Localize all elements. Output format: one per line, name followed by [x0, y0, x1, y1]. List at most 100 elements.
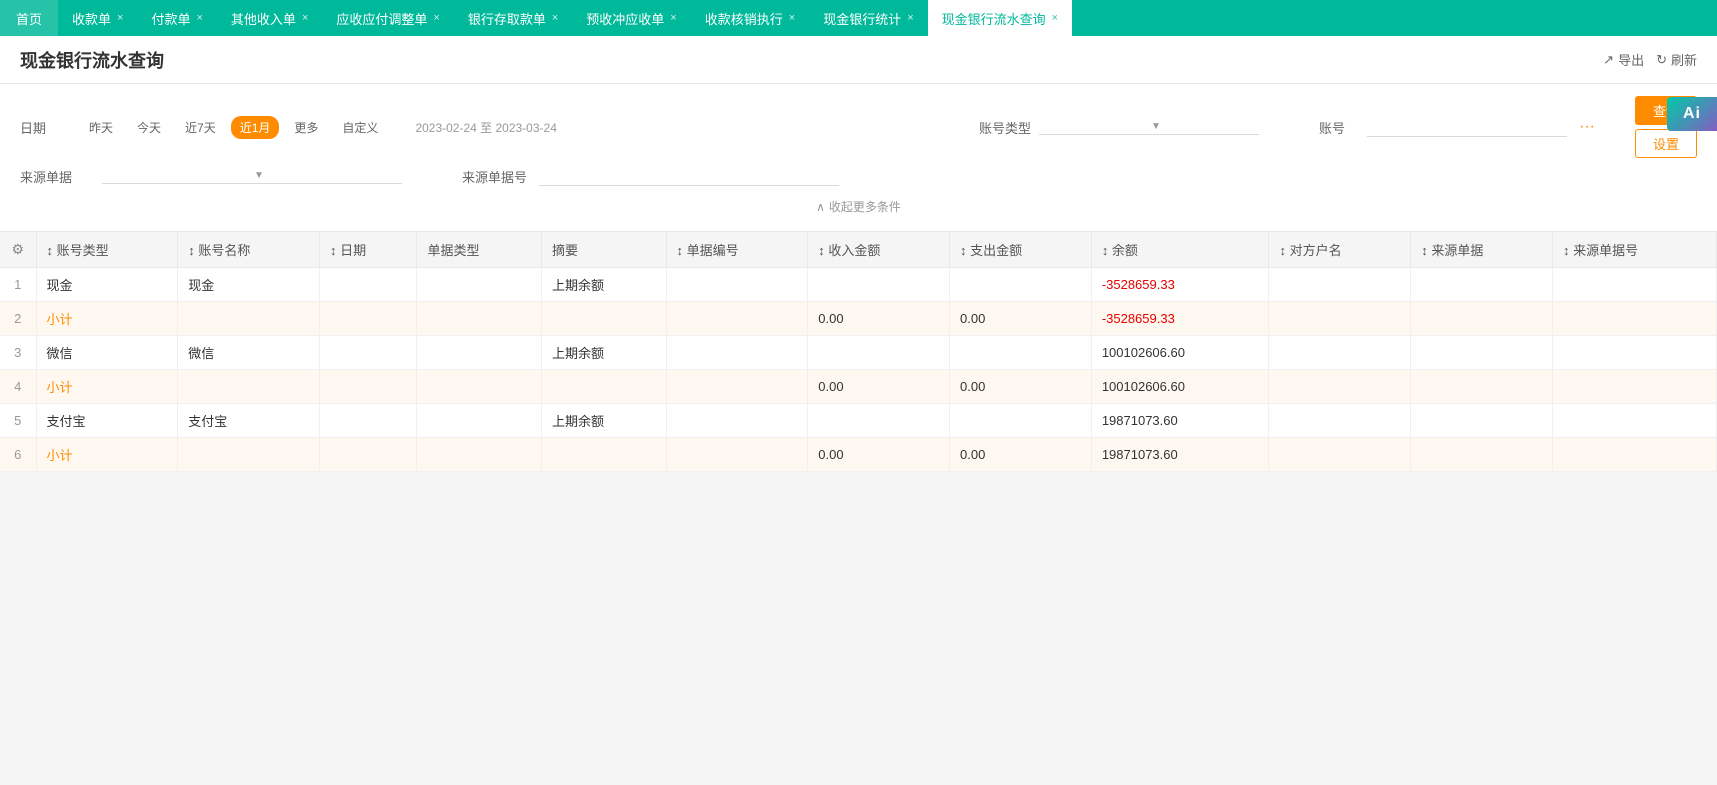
- row-source-doc-no: [1552, 404, 1716, 438]
- collapse-bar[interactable]: ∧ 收起更多条件: [20, 194, 1697, 219]
- row-account-name: [178, 302, 320, 336]
- row-num: 6: [0, 438, 36, 472]
- row-num: 1: [0, 268, 36, 302]
- date-btn-today[interactable]: 今天: [128, 116, 170, 139]
- top-navigation: 首页 收款单 × 付款单 × 其他收入单 × 应收应付调整单 × 银行存取款单 …: [0, 0, 1717, 36]
- source-doc-no-input[interactable]: [543, 168, 835, 183]
- col-doc-no-label: ↕ 单据编号: [677, 243, 739, 258]
- col-expense-label: ↕ 支出金额: [960, 243, 1022, 258]
- table-row: 6 小计 0.00 0.00 19871073.60: [0, 438, 1717, 472]
- col-balance: ↕ 余额: [1091, 232, 1269, 268]
- row-source-doc: [1411, 336, 1553, 370]
- date-btn-more[interactable]: 更多: [285, 116, 327, 139]
- row-counterpart: [1269, 268, 1411, 302]
- date-label: 日期: [20, 118, 60, 137]
- nav-payment[interactable]: 付款单 ×: [137, 0, 216, 36]
- page-header: 现金银行流水查询 ↗ 导出 ↻ 刷新: [0, 36, 1717, 84]
- nav-bank-deposit[interactable]: 银行存取款单 ×: [454, 0, 572, 36]
- ai-label: Ai: [1683, 105, 1701, 122]
- nav-close-payment[interactable]: ×: [196, 12, 202, 24]
- date-btn-7days[interactable]: 近7天: [176, 116, 225, 139]
- nav-prepay-offset[interactable]: 预收冲应收单 ×: [572, 0, 690, 36]
- col-summary: 摘要: [541, 232, 666, 268]
- row-doc-type: [417, 336, 542, 370]
- col-settings: ⚙: [0, 232, 36, 268]
- account-input-wrap: [1367, 117, 1567, 137]
- row-num: 2: [0, 302, 36, 336]
- col-doc-no: ↕ 单据编号: [666, 232, 808, 268]
- nav-ar-ap-adjust[interactable]: 应收应付调整单 ×: [322, 0, 453, 36]
- nav-close-verify[interactable]: ×: [789, 12, 795, 24]
- nav-close-bank-deposit[interactable]: ×: [552, 12, 558, 24]
- date-btn-1month[interactable]: 近1月: [231, 116, 280, 139]
- row-num: 5: [0, 404, 36, 438]
- date-btn-yesterday[interactable]: 昨天: [80, 116, 122, 139]
- table-wrap: ⚙ ↕ 账号类型 ↕ 账号名称 ↕ 日期 单据类型 摘要 ↕ 单: [0, 232, 1717, 472]
- col-source-doc: ↕ 来源单据: [1411, 232, 1553, 268]
- col-income: ↕ 收入金额: [808, 232, 950, 268]
- row-balance: 100102606.60: [1091, 336, 1269, 370]
- row-account-name: [178, 438, 320, 472]
- filter-area: 日期 昨天 今天 近7天 近1月 更多 自定义 2023-02-24 至 202…: [0, 84, 1717, 232]
- row-source-doc: [1411, 370, 1553, 404]
- row-counterpart: [1269, 370, 1411, 404]
- col-doc-type-label: 单据类型: [427, 243, 479, 258]
- col-date-label: ↕ 日期: [330, 243, 366, 258]
- row-expense: 0.00: [950, 370, 1092, 404]
- table-settings-icon[interactable]: ⚙: [11, 241, 24, 257]
- col-source-doc-no: ↕ 来源单据号: [1552, 232, 1716, 268]
- account-type-select[interactable]: ▼: [1039, 119, 1259, 135]
- nav-cash-bank-stat[interactable]: 现金银行统计 ×: [809, 0, 927, 36]
- nav-close-receipt[interactable]: ×: [117, 12, 123, 24]
- nav-close-flow[interactable]: ×: [1052, 12, 1058, 24]
- header-actions: ↗ 导出 ↻ 刷新: [1603, 50, 1697, 69]
- source-doc-no-label: 来源单据号: [462, 167, 527, 186]
- ai-badge[interactable]: Ai: [1667, 97, 1717, 131]
- row-summary: 上期余额: [541, 336, 666, 370]
- nav-other-income[interactable]: 其他收入单 ×: [217, 0, 322, 36]
- row-account-type: 小计: [36, 370, 178, 404]
- account-ellipsis-button[interactable]: ···: [1575, 118, 1599, 136]
- row-expense: 0.00: [950, 438, 1092, 472]
- row-balance: -3528659.33: [1091, 268, 1269, 302]
- filter-row-date: 日期 昨天 今天 近7天 近1月 更多 自定义 2023-02-24 至 202…: [20, 96, 1697, 158]
- nav-receipt[interactable]: 收款单 ×: [58, 0, 137, 36]
- col-counterpart-label: ↕ 对方户名: [1279, 243, 1341, 258]
- row-summary: 上期余额: [541, 268, 666, 302]
- nav-cash-bank-flow[interactable]: 现金银行流水查询 ×: [928, 0, 1072, 36]
- row-doc-no: [666, 268, 808, 302]
- collapse-label: 收起更多条件: [829, 198, 901, 215]
- row-account-type: 小计: [36, 302, 178, 336]
- account-type-arrow-icon: ▼: [1151, 121, 1255, 132]
- col-account-name-label: ↕ 账号名称: [188, 243, 250, 258]
- date-btn-custom[interactable]: 自定义: [333, 116, 387, 139]
- nav-close-stat[interactable]: ×: [907, 12, 913, 24]
- nav-home[interactable]: 首页: [0, 0, 58, 36]
- account-input[interactable]: [1371, 119, 1563, 134]
- row-source-doc: [1411, 268, 1553, 302]
- row-counterpart: [1269, 336, 1411, 370]
- row-doc-no: [666, 302, 808, 336]
- table-row: 1 现金 现金 上期余额 -3528659.33: [0, 268, 1717, 302]
- nav-close-prepay[interactable]: ×: [670, 12, 676, 24]
- collapse-icon: ∧: [816, 200, 825, 214]
- settings-button[interactable]: 设置: [1635, 129, 1697, 158]
- table-header-row: ⚙ ↕ 账号类型 ↕ 账号名称 ↕ 日期 单据类型 摘要 ↕ 单: [0, 232, 1717, 268]
- export-icon: ↗: [1603, 52, 1614, 68]
- export-button[interactable]: ↗ 导出: [1603, 50, 1644, 69]
- col-balance-label: ↕ 余额: [1102, 243, 1138, 258]
- col-account-type-label: ↕ 账号类型: [47, 243, 109, 258]
- nav-close-other-income[interactable]: ×: [302, 12, 308, 24]
- account-type-label: 账号类型: [979, 118, 1031, 137]
- row-income: 0.00: [808, 370, 950, 404]
- nav-close-ar-ap[interactable]: ×: [433, 12, 439, 24]
- row-source-doc: [1411, 438, 1553, 472]
- source-doc-select[interactable]: ▼: [102, 168, 402, 184]
- table-row: 2 小计 0.00 0.00 -3528659.33: [0, 302, 1717, 336]
- col-expense: ↕ 支出金额: [950, 232, 1092, 268]
- nav-receipt-verify[interactable]: 收款核销执行 ×: [691, 0, 809, 36]
- row-date: [320, 404, 417, 438]
- refresh-button[interactable]: ↻ 刷新: [1656, 50, 1697, 69]
- row-balance: 19871073.60: [1091, 404, 1269, 438]
- date-range-display: 2023-02-24 至 2023-03-24: [415, 119, 919, 136]
